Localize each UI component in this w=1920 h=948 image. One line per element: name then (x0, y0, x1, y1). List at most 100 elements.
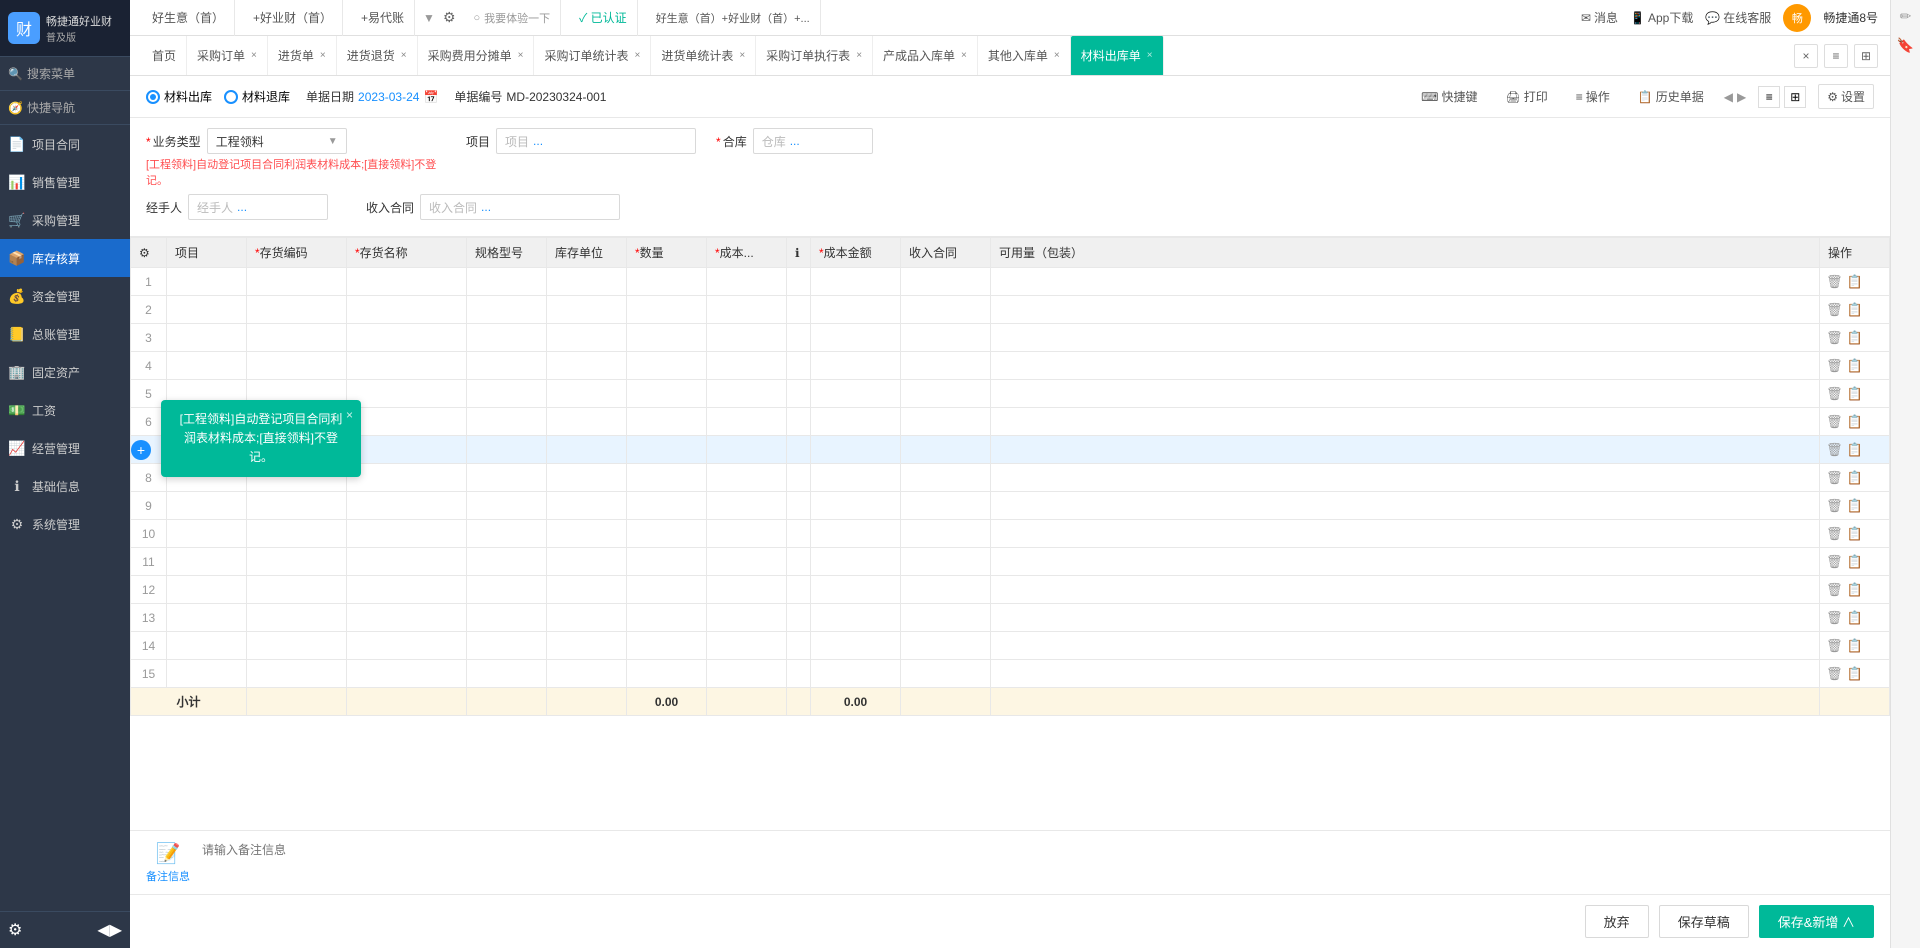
right-panel-icon-2[interactable]: 🔖 (1897, 37, 1914, 54)
save-new-button[interactable]: 保存&新增 ∧ (1759, 905, 1874, 938)
notes-input[interactable] (202, 841, 1874, 881)
nav-tab-purchase-order[interactable]: 采购订单× (187, 36, 268, 76)
handler-input[interactable]: 经手人 ... (188, 194, 328, 220)
trial-tab[interactable]: ○ 我要体验一下 (464, 0, 562, 36)
sidebar-item-purchase[interactable]: 🛒 采购管理 (0, 201, 130, 239)
copy-icon[interactable]: 📋 (1847, 554, 1863, 570)
nav-tab-incoming-stats[interactable]: 进货单统计表× (651, 36, 756, 76)
operation-btn[interactable]: ≡ 操作 (1568, 85, 1618, 108)
nav-tab-purchase-exec[interactable]: 采购订单执行表× (756, 36, 873, 76)
nav-list-btn[interactable]: ≡ (1824, 44, 1848, 68)
radio-material-return[interactable]: 材料退库 (224, 88, 290, 105)
discard-button[interactable]: 放弃 (1585, 905, 1649, 938)
delete-icon[interactable]: 🗑 (1826, 498, 1843, 514)
save-draft-button[interactable]: 保存草稿 (1659, 905, 1749, 938)
add-row-button[interactable]: + (131, 440, 151, 460)
nav-tab-product-in[interactable]: 产成品入库单× (873, 36, 978, 76)
copy-icon[interactable]: 📋 (1847, 470, 1863, 486)
nav-tab-incoming[interactable]: 进货单× (268, 36, 337, 76)
copy-icon[interactable]: 📋 (1847, 442, 1863, 458)
sidebar-item-project[interactable]: 📄 项目合同 (0, 125, 130, 163)
message-btn[interactable]: ✉ 消息 (1581, 9, 1618, 26)
settings-btn[interactable]: ⚙ 设置 (1818, 84, 1874, 109)
copy-icon[interactable]: 📋 (1847, 610, 1863, 626)
list-view-btn[interactable]: ≡ (1758, 86, 1780, 108)
warehouse-dots-icon[interactable]: ... (790, 134, 800, 148)
shortcut-tab-3[interactable]: +易代账 (351, 0, 415, 36)
nav-tab-purchase-expense[interactable]: 采购费用分摊单× (418, 36, 535, 76)
nav-grid-btn[interactable]: ⊞ (1854, 44, 1878, 68)
copy-icon[interactable]: 📋 (1847, 274, 1863, 290)
delete-icon[interactable]: 🗑 (1826, 302, 1843, 318)
shortcut-tab-2[interactable]: +好业财（首） (243, 0, 343, 36)
settings-tab-icon[interactable]: ⚙ (443, 9, 456, 26)
copy-icon[interactable]: 📋 (1847, 498, 1863, 514)
sidebar-item-finance[interactable]: 💰 资金管理 (0, 277, 130, 315)
copy-icon[interactable]: 📋 (1847, 386, 1863, 402)
copy-icon[interactable]: 📋 (1847, 414, 1863, 430)
copy-icon[interactable]: 📋 (1847, 582, 1863, 598)
delete-icon[interactable]: 🗑 (1826, 414, 1843, 430)
sidebar-item-search[interactable]: 🔍 搜索菜单 (0, 57, 130, 91)
delete-icon[interactable]: 🗑 (1826, 442, 1843, 458)
copy-icon[interactable]: 📋 (1847, 638, 1863, 654)
sidebar-item-ledger[interactable]: 📒 总账管理 (0, 315, 130, 353)
sidebar-item-inventory[interactable]: 📦 库存核算 (0, 239, 130, 277)
tooltip-close-btn[interactable]: × (346, 406, 353, 425)
delete-icon[interactable]: 🗑 (1826, 666, 1843, 682)
delete-icon[interactable]: 🗑 (1826, 610, 1843, 626)
business-type-input[interactable]: 工程领料 ▼ (207, 128, 347, 154)
project-input[interactable]: 项目 ... (496, 128, 696, 154)
delete-icon[interactable]: 🗑 (1826, 638, 1843, 654)
project-dots-icon[interactable]: ... (533, 134, 543, 148)
warehouse-input[interactable]: 仓库 ... (753, 128, 873, 154)
calendar-icon[interactable]: 📅 (423, 90, 438, 104)
close-tab-btn[interactable]: × (1794, 44, 1818, 68)
prev-record-btn[interactable]: ◀ (1724, 90, 1733, 104)
shortcut-key-btn[interactable]: ⌨ 快捷键 (1413, 85, 1485, 108)
nav-tab-incoming-return[interactable]: 进货退货× (337, 36, 418, 76)
delete-icon[interactable]: 🗑 (1826, 470, 1843, 486)
copy-icon[interactable]: 📋 (1847, 526, 1863, 542)
sidebar-item-sales[interactable]: 📊 销售管理 (0, 163, 130, 201)
date-value[interactable]: 2023-03-24 (358, 90, 419, 104)
delete-icon[interactable]: 🗑 (1826, 554, 1843, 570)
settings-icon[interactable]: ⚙ (8, 920, 22, 940)
sidebar-item-salary[interactable]: 💵 工资 (0, 391, 130, 429)
copy-icon[interactable]: 📋 (1847, 330, 1863, 346)
grid-view-btn[interactable]: ⊞ (1784, 86, 1806, 108)
online-service-btn[interactable]: 💬 在线客服 (1705, 9, 1771, 26)
right-panel-icon-1[interactable]: ✏ (1900, 8, 1912, 25)
delete-icon[interactable]: 🗑 (1826, 274, 1843, 290)
radio-material-out[interactable]: 材料出库 (146, 88, 212, 105)
copy-icon[interactable]: 📋 (1847, 666, 1863, 682)
dropdown-icon[interactable]: ▼ (423, 11, 435, 25)
print-btn[interactable]: 🖨 打印 (1498, 85, 1556, 108)
nav-tab-material-out[interactable]: 材料出库单× (1071, 36, 1164, 76)
nav-tab-other-in[interactable]: 其他入库单× (978, 36, 1071, 76)
certified-tab[interactable]: ✓ 已认证 (569, 0, 638, 36)
sidebar-item-assets[interactable]: 🏢 固定资产 (0, 353, 130, 391)
sidebar-item-system[interactable]: ⚙ 系统管理 (0, 505, 130, 543)
nav-tab-purchase-stats[interactable]: 采购订单统计表× (534, 36, 651, 76)
shortcut-tab-1[interactable]: 好生意（首） (142, 0, 235, 36)
collapse-icon[interactable]: ◀▶ (97, 920, 122, 940)
delete-icon[interactable]: 🗑 (1826, 358, 1843, 374)
delete-icon[interactable]: 🗑 (1826, 526, 1843, 542)
app-download-btn[interactable]: 📱 App下载 (1630, 9, 1693, 26)
copy-icon[interactable]: 📋 (1847, 302, 1863, 318)
nav-tab-home[interactable]: 首页 (142, 36, 187, 76)
delete-icon[interactable]: 🗑 (1826, 386, 1843, 402)
sidebar-item-business[interactable]: 📈 经营管理 (0, 429, 130, 467)
income-contract-input[interactable]: 收入合同 ... (420, 194, 620, 220)
history-btn[interactable]: 📋 历史单据 (1630, 85, 1712, 108)
more-shortcuts[interactable]: 好生意（首）+好业财（首）+... (646, 0, 821, 36)
delete-icon[interactable]: 🗑 (1826, 582, 1843, 598)
sidebar-item-nav[interactable]: 🧭 快捷导航 (0, 91, 130, 125)
delete-icon[interactable]: 🗑 (1826, 330, 1843, 346)
copy-icon[interactable]: 📋 (1847, 358, 1863, 374)
sidebar-item-basic[interactable]: ℹ 基础信息 (0, 467, 130, 505)
income-contract-dots-icon[interactable]: ... (481, 200, 491, 214)
handler-dots-icon[interactable]: ... (237, 200, 247, 214)
next-record-btn[interactable]: ▶ (1737, 90, 1746, 104)
